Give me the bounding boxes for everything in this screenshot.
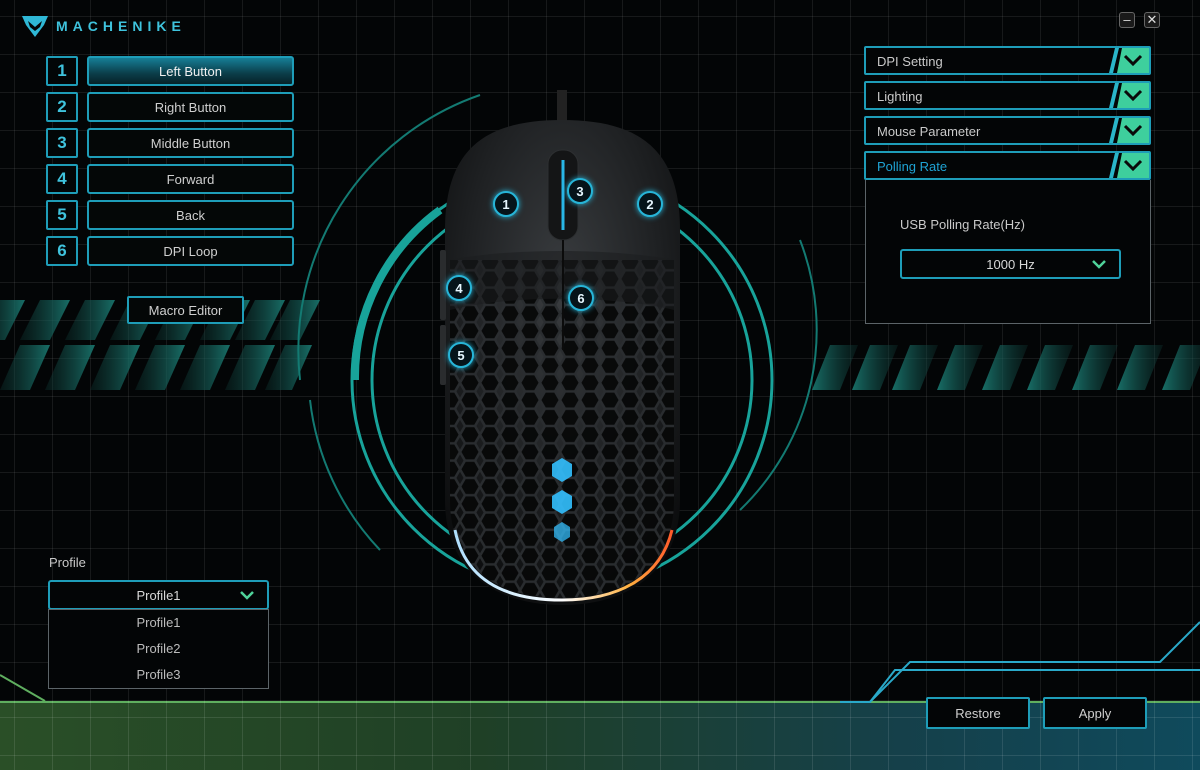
button-number-4: 4 xyxy=(46,164,78,194)
accordion-label: DPI Setting xyxy=(877,54,943,69)
callout-middle-button[interactable]: 3 xyxy=(567,178,593,204)
button-row-6: 6 DPI Loop xyxy=(46,236,294,266)
profile-select[interactable]: Profile1 xyxy=(48,580,269,610)
button-row-1: 1 Left Button xyxy=(46,56,294,86)
button-row-4: 4 Forward xyxy=(46,164,294,194)
button-number-2: 2 xyxy=(46,92,78,122)
left-button-assign[interactable]: Left Button xyxy=(87,56,294,86)
button-number-1: 1 xyxy=(46,56,78,86)
ring-arc-left xyxy=(350,206,443,381)
button-row-3: 3 Middle Button xyxy=(46,128,294,158)
profile-option[interactable]: Profile2 xyxy=(49,636,268,662)
restore-button[interactable]: Restore xyxy=(926,697,1030,729)
polling-rate-panel: USB Polling Rate(Hz) 1000 Hz xyxy=(865,180,1151,324)
chevron-down-icon[interactable] xyxy=(1109,83,1149,108)
apply-button[interactable]: Apply xyxy=(1043,697,1147,729)
center-logo-glow xyxy=(552,458,572,542)
profile-label: Profile xyxy=(49,555,86,570)
accordion-label: Mouse Parameter xyxy=(877,124,981,139)
forward-button-assign[interactable]: Forward xyxy=(87,164,294,194)
accordion-mouse-parameter[interactable]: Mouse Parameter xyxy=(864,116,1151,145)
callout-dpi-button[interactable]: 6 xyxy=(568,285,594,311)
close-button[interactable]: ✕ xyxy=(1144,12,1160,28)
chevron-down-icon[interactable] xyxy=(1109,118,1149,143)
accordion-polling-rate[interactable]: Polling Rate xyxy=(864,151,1151,180)
profile-option[interactable]: Profile3 xyxy=(49,662,268,688)
accordion-lighting[interactable]: Lighting xyxy=(864,81,1151,110)
mouse-graphic xyxy=(297,90,818,605)
minimize-button[interactable]: – xyxy=(1119,12,1135,28)
button-row-5: 5 Back xyxy=(46,200,294,230)
button-number-6: 6 xyxy=(46,236,78,266)
callout-left-button[interactable]: 1 xyxy=(493,191,519,217)
profile-option[interactable]: Profile1 xyxy=(49,610,268,636)
chevron-down-icon[interactable] xyxy=(1109,153,1149,178)
profile-dropdown-list: Profile1 Profile2 Profile3 xyxy=(48,609,269,689)
machenike-logo-icon xyxy=(22,16,48,37)
brand-name: MACHENIKE xyxy=(56,18,186,34)
callout-forward-button[interactable]: 4 xyxy=(446,275,472,301)
chevron-down-icon xyxy=(240,591,254,600)
callout-back-button[interactable]: 5 xyxy=(448,342,474,368)
chevron-down-icon[interactable] xyxy=(1109,48,1149,73)
close-icon: ✕ xyxy=(1146,12,1158,27)
usb-polling-rate-label: USB Polling Rate(Hz) xyxy=(900,217,1025,232)
profile-selected-value: Profile1 xyxy=(136,588,181,603)
button-row-2: 2 Right Button xyxy=(46,92,294,122)
button-number-3: 3 xyxy=(46,128,78,158)
dpi-loop-button-assign[interactable]: DPI Loop xyxy=(87,236,294,266)
macro-editor-button[interactable]: Macro Editor xyxy=(127,296,244,324)
callout-right-button[interactable]: 2 xyxy=(637,191,663,217)
chevron-down-icon xyxy=(1092,260,1106,269)
polling-rate-select[interactable]: 1000 Hz xyxy=(900,249,1121,279)
minimize-icon: – xyxy=(1123,12,1131,27)
right-button-assign[interactable]: Right Button xyxy=(87,92,294,122)
polling-rate-value: 1000 Hz xyxy=(986,257,1035,272)
middle-button-assign[interactable]: Middle Button xyxy=(87,128,294,158)
right-stripes xyxy=(812,345,1200,390)
brand-logo: MACHENIKE xyxy=(20,13,186,39)
mouse-illustration: 1 2 3 4 5 6 xyxy=(280,80,840,620)
button-number-5: 5 xyxy=(46,200,78,230)
ring-arc-bottom-left xyxy=(309,399,381,551)
accordion-label: Polling Rate xyxy=(877,159,948,174)
accordion-label: Lighting xyxy=(877,89,923,104)
back-button-assign[interactable]: Back xyxy=(87,200,294,230)
accordion-dpi-setting[interactable]: DPI Setting xyxy=(864,46,1151,75)
